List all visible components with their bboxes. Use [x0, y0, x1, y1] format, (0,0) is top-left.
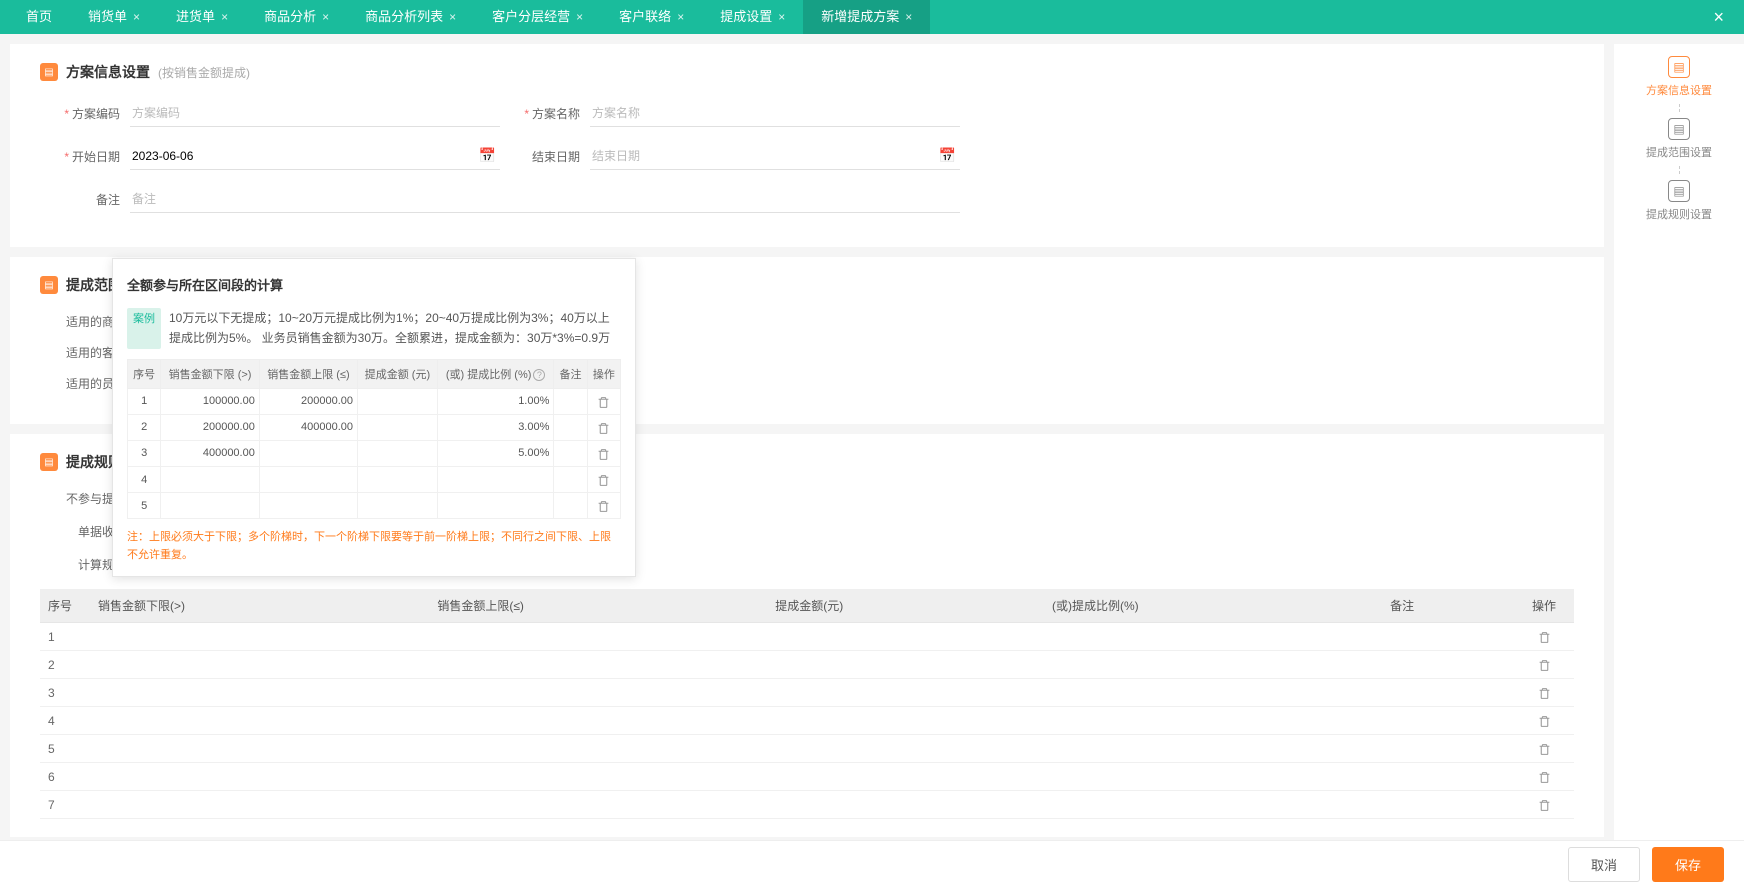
panel-subtitle: (按销售金额提成)	[158, 64, 250, 81]
tooltip-note: 注：上限必须大于下限；多个阶梯时，下一个阶梯下限要等于前一阶梯上限；不同行之间下…	[127, 529, 621, 564]
form-icon: ▤	[1673, 122, 1684, 136]
rules-table: 序号 销售金额下限(>) 销售金额上限(≤) 提成金额(元) (或)提成比例(%…	[40, 589, 1574, 819]
delete-icon[interactable]	[597, 446, 610, 461]
panel-title: 方案信息设置	[66, 62, 150, 82]
table-row[interactable]: 5	[40, 735, 1574, 763]
table-row: 3400000.005.00%	[128, 440, 621, 466]
close-all-tabs[interactable]: ×	[1701, 7, 1736, 28]
close-icon[interactable]: ×	[221, 0, 228, 34]
tab-new-commission-plan[interactable]: 新增提成方案×	[803, 0, 930, 34]
tab-sales-order[interactable]: 销货单×	[70, 0, 158, 34]
tab-home[interactable]: 首页	[8, 0, 70, 34]
delete-icon[interactable]	[597, 498, 610, 513]
panel-plan-info: ▤ 方案信息设置 (按销售金额提成) *方案编码 *方案名称 *开始日期 📅	[10, 44, 1604, 247]
tab-purchase-order[interactable]: 进货单×	[158, 0, 246, 34]
table-row: 1100000.00200000.001.00%	[128, 388, 621, 414]
table-row[interactable]: 1	[40, 623, 1574, 651]
table-row: 2200000.00400000.003.00%	[128, 414, 621, 440]
delete-icon[interactable]	[1538, 797, 1551, 812]
tab-bar: 首页 销货单× 进货单× 商品分析× 商品分析列表× 客户分层经营× 客户联络×…	[0, 0, 1744, 34]
table-row[interactable]: 2	[40, 651, 1574, 679]
close-icon[interactable]: ×	[449, 0, 456, 34]
anchor-plan-info[interactable]: ▤ 方案信息设置	[1646, 56, 1712, 98]
anchor-rules[interactable]: ▤ 提成规则设置	[1646, 180, 1712, 222]
cancel-button[interactable]: 取消	[1568, 847, 1640, 882]
close-icon[interactable]: ×	[133, 0, 140, 34]
delete-icon[interactable]	[597, 394, 610, 409]
plan-code-input[interactable]	[130, 100, 500, 127]
delete-icon[interactable]	[597, 420, 610, 435]
table-row[interactable]: 7	[40, 791, 1574, 819]
start-date-input[interactable]	[130, 143, 500, 170]
close-icon[interactable]: ×	[322, 0, 329, 34]
anchor-nav: ▤ 方案信息设置 ▤ 提成范围设置 ▤ 提成规则设置	[1614, 44, 1744, 840]
tooltip-table: 序号 销售金额下限 (>) 销售金额上限 (≤) 提成金额 (元) (或) 提成…	[127, 359, 621, 519]
anchor-range[interactable]: ▤ 提成范围设置	[1646, 118, 1712, 160]
footer-bar: 取消 保存	[0, 840, 1744, 888]
help-icon: ?	[533, 369, 545, 381]
delete-icon[interactable]	[1538, 685, 1551, 700]
tab-commission-settings[interactable]: 提成设置×	[702, 0, 803, 34]
tooltip-title: 全额参与所在区间段的计算	[127, 275, 621, 294]
end-date-input[interactable]	[590, 143, 960, 170]
close-icon[interactable]: ×	[677, 0, 684, 34]
delete-icon[interactable]	[1538, 713, 1551, 728]
form-icon: ▤	[1673, 60, 1684, 74]
plan-name-input[interactable]	[590, 100, 960, 127]
section-icon: ▤	[40, 63, 58, 81]
help-tooltip: 全额参与所在区间段的计算 案例 10万元以下无提成；10~20万元提成比例为1%…	[112, 258, 636, 577]
delete-icon[interactable]	[1538, 657, 1551, 672]
delete-icon[interactable]	[1538, 741, 1551, 756]
table-row: 5	[128, 493, 621, 519]
close-icon[interactable]: ×	[576, 0, 583, 34]
tab-product-analysis-list[interactable]: 商品分析列表×	[347, 0, 474, 34]
table-row: 4	[128, 466, 621, 492]
form-icon: ▤	[1673, 184, 1684, 198]
table-row[interactable]: 4	[40, 707, 1574, 735]
delete-icon[interactable]	[1538, 769, 1551, 784]
tab-product-analysis[interactable]: 商品分析×	[246, 0, 347, 34]
table-row[interactable]: 6	[40, 763, 1574, 791]
example-badge: 案例	[127, 308, 161, 349]
tab-customer-contact[interactable]: 客户联络×	[601, 0, 702, 34]
delete-icon[interactable]	[1538, 629, 1551, 644]
example-text: 10万元以下无提成；10~20万元提成比例为1%；20~40万提成比例为3%；4…	[169, 308, 621, 349]
delete-icon[interactable]	[597, 472, 610, 487]
close-icon[interactable]: ×	[905, 0, 912, 34]
table-row[interactable]: 3	[40, 679, 1574, 707]
close-icon[interactable]: ×	[778, 0, 785, 34]
tab-customer-tier[interactable]: 客户分层经营×	[474, 0, 601, 34]
remark-input[interactable]	[130, 186, 960, 213]
section-icon: ▤	[40, 276, 58, 294]
section-icon: ▤	[40, 453, 58, 471]
save-button[interactable]: 保存	[1652, 847, 1724, 882]
